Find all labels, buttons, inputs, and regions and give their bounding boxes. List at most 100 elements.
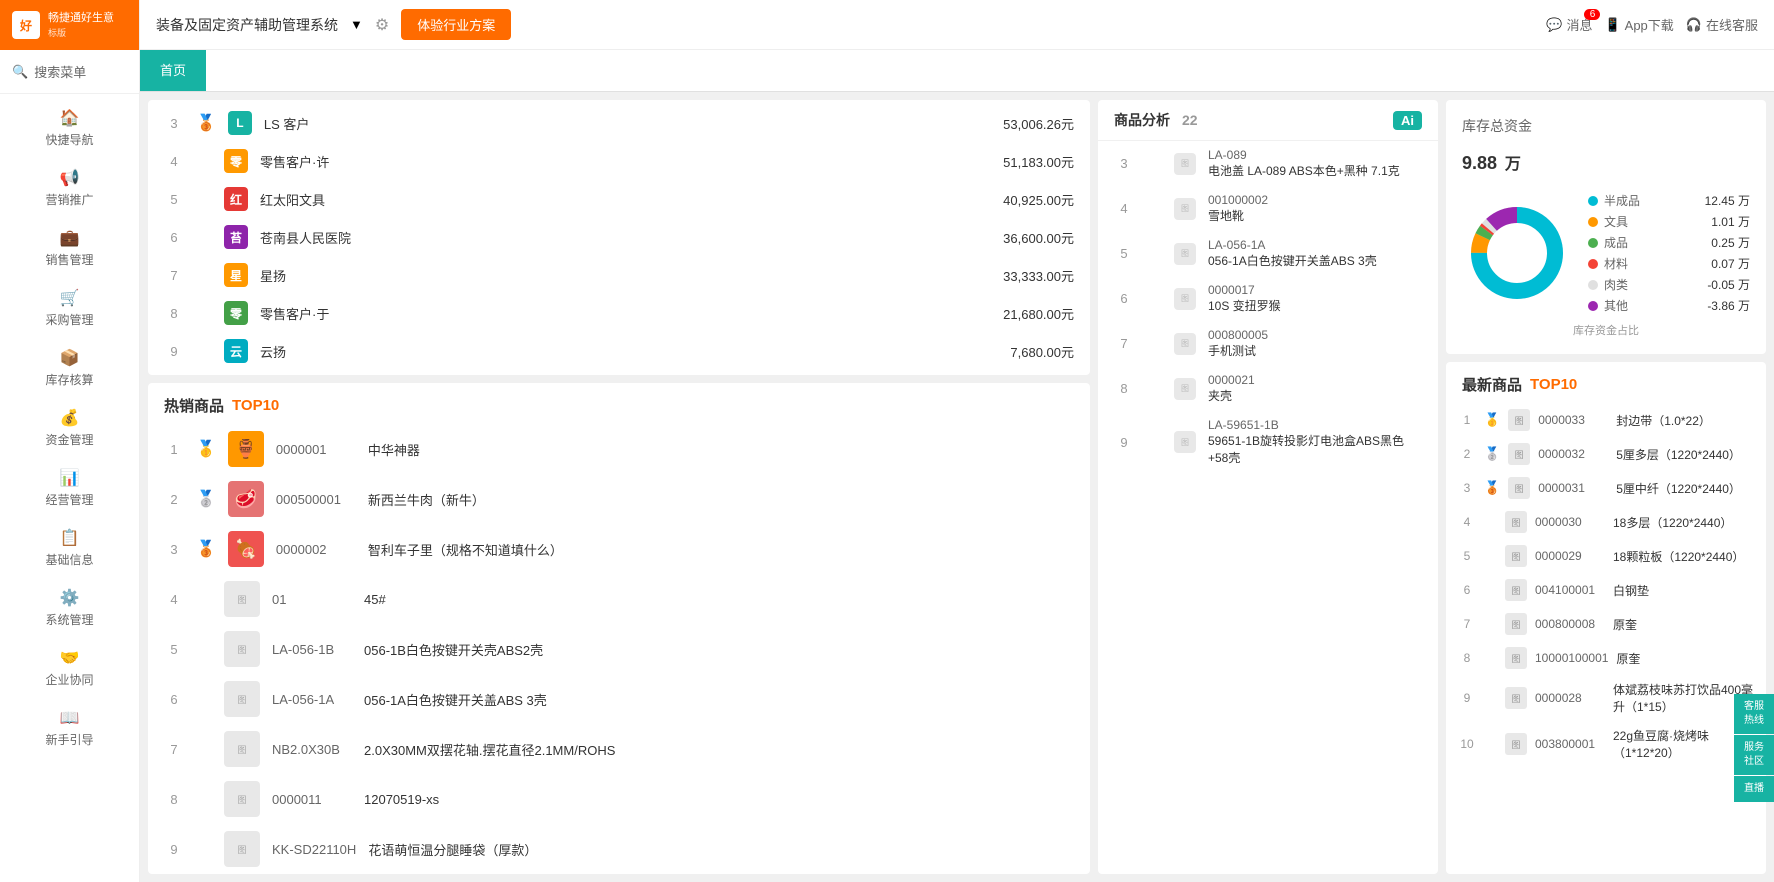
nav-icon-0: 🏠 xyxy=(60,108,80,128)
product-code: 01 xyxy=(272,592,352,607)
list-item: 2 🥈 图 0000032 5厘多层（1220*2440） xyxy=(1446,437,1766,471)
nav-label-10: 新手引导 xyxy=(45,731,93,748)
product-name: 封边带（1.0*22） xyxy=(1616,412,1754,429)
list-item: 5 图 0000029 18颗粒板（1220*2440） xyxy=(1446,539,1766,573)
app-download-button[interactable]: 📱 App下载 xyxy=(1604,15,1673,34)
nav-icon-3: 🛒 xyxy=(60,288,80,308)
hot-products-title: 热销商品 TOP10 xyxy=(148,383,1090,424)
sidebar-header: 好 畅捷通好生意 标版 xyxy=(0,0,139,50)
trial-button[interactable]: 体验行业方案 xyxy=(401,9,511,40)
product-thumbnail: 图 xyxy=(1505,733,1527,755)
inventory-legend: 半成品 12.45 万 文具 1.01 万 xyxy=(1588,192,1750,314)
sidebar-item-sales[interactable]: 💼 销售管理 xyxy=(0,218,139,278)
sidebar-item-collab[interactable]: 🤝 企业协同 xyxy=(0,638,139,698)
product-name: 电池盖 LA-089 ABS本色+黑种 7.1克 xyxy=(1208,162,1422,179)
sidebar-item-system[interactable]: ⚙️ 系统管理 xyxy=(0,578,139,638)
app-logo: 好 xyxy=(12,11,40,39)
nav-label-7: 基础信息 xyxy=(45,551,93,568)
legend-item-product: 成品 0.25 万 xyxy=(1588,234,1750,251)
product-thumbnail: 图 xyxy=(224,581,260,617)
table-row: 6 苔 苍南县人民医院 36,600.00元 xyxy=(148,218,1090,256)
ai-badge[interactable]: Ai xyxy=(1393,111,1422,130)
product-thumbnail: 图 xyxy=(1174,378,1196,400)
product-name: 雪地靴 xyxy=(1208,207,1422,224)
product-code: 0000031 xyxy=(1538,481,1608,495)
sidebar-item-basic-info[interactable]: 📋 基础信息 xyxy=(0,518,139,578)
customer-amount: 53,006.26元 xyxy=(1003,114,1074,133)
list-item: 3 🥉 🍖 0000002 智利车子里（规格不知道填什么） xyxy=(148,524,1090,574)
search-menu-button[interactable]: 🔍 搜索菜单 xyxy=(12,58,127,85)
list-item: 7 图 000800008 原奎 xyxy=(1446,607,1766,641)
tab-home[interactable]: 首页 xyxy=(140,50,206,91)
product-thumbnail: 图 xyxy=(1505,687,1527,709)
medal-icon: 🥇 xyxy=(1484,412,1500,428)
app-download-label: App下载 xyxy=(1625,15,1674,34)
app-edition: 标版 xyxy=(48,26,114,39)
table-row: 6 图 0000017 10S 变扭罗猴 xyxy=(1098,276,1438,321)
legend-item-meat: 肉类 -0.05 万 xyxy=(1588,276,1750,293)
product-name: 18颗粒板（1220*2440） xyxy=(1613,548,1754,565)
product-sales-list: 3 图 LA-089 电池盖 LA-089 ABS本色+黑种 7.1克 4 图 xyxy=(1098,141,1438,874)
product-name: 新西兰牛肉（新牛） xyxy=(368,490,1074,509)
sidebar-item-marketing[interactable]: 📢 营销推广 xyxy=(0,158,139,218)
customer-amount: 7,680.00元 xyxy=(1010,342,1074,361)
sidebar-item-operations[interactable]: 📊 经营管理 xyxy=(0,458,139,518)
table-row: 3 图 LA-089 电池盖 LA-089 ABS本色+黑种 7.1克 xyxy=(1098,141,1438,186)
legend-item-material: 材料 0.07 万 xyxy=(1588,255,1750,272)
customer-name: LS 客户 xyxy=(264,114,991,133)
donut-chart xyxy=(1462,198,1572,308)
live-button[interactable]: 直播 xyxy=(1734,776,1774,802)
avatar: 零 xyxy=(224,301,248,325)
medal-icon: 🥉 xyxy=(196,113,216,133)
sidebar: 好 畅捷通好生意 标版 🔍 搜索菜单 🏠 快捷导航 📢 营销推广 💼 销售管理 … xyxy=(0,0,140,882)
search-icon: 🔍 xyxy=(12,64,28,80)
nav-icon-1: 📢 xyxy=(60,168,80,188)
product-code: 000800008 xyxy=(1535,617,1605,631)
sidebar-item-guide[interactable]: 📖 新手引导 xyxy=(0,698,139,758)
customer-name: 红太阳文具 xyxy=(260,190,991,209)
system-dropdown[interactable]: ▼ xyxy=(350,17,363,32)
list-item: 10 图 003800001 22g鱼豆腐·烧烤味（1*12*20） xyxy=(1446,721,1766,767)
sidebar-item-finance[interactable]: 💰 资金管理 xyxy=(0,398,139,458)
sidebar-item-purchase[interactable]: 🛒 采购管理 xyxy=(0,278,139,338)
middle-section: 3 🥉 L LS 客户 53,006.26元 4 零 零售客户·许 xyxy=(140,92,1774,882)
product-thumbnail: 图 xyxy=(1505,613,1527,635)
product-name: 056-1B白色按键开关壳ABS2壳 xyxy=(364,640,1074,659)
community-button[interactable]: 服务社区 xyxy=(1734,735,1774,775)
product-thumbnail: 图 xyxy=(224,731,260,767)
search-section[interactable]: 🔍 搜索菜单 xyxy=(0,50,139,94)
product-name: 10S 变扭罗猴 xyxy=(1208,297,1422,314)
message-button[interactable]: 💬 消息 6 xyxy=(1546,15,1592,34)
app-title-block: 畅捷通好生意 标版 xyxy=(48,11,114,38)
product-thumbnail: 图 xyxy=(1174,288,1196,310)
main-wrapper: 装备及固定资产辅助管理系统 ▼ ⚙ 体验行业方案 💬 消息 6 📱 App下载 … xyxy=(140,0,1774,882)
product-code: LA-056-1A xyxy=(1208,238,1422,252)
medal-icon: 🥈 xyxy=(196,489,216,509)
product-code: LA-59651-1B xyxy=(1208,418,1422,432)
avatar: L xyxy=(228,111,252,135)
message-badge: 6 xyxy=(1584,9,1600,20)
product-name: 原奎 xyxy=(1613,616,1754,633)
customer-rank-panel: 3 🥉 L LS 客户 53,006.26元 4 零 零售客户·许 xyxy=(148,100,1090,375)
nav-icon-4: 📦 xyxy=(60,348,80,368)
nav-label-5: 资金管理 xyxy=(45,431,93,448)
product-thumbnail: 图 xyxy=(1174,333,1196,355)
customer-amount: 51,183.00元 xyxy=(1003,152,1074,171)
product-name: 18多层（1220*2440） xyxy=(1613,514,1754,531)
table-row: 4 零 零售客户·许 51,183.00元 xyxy=(148,142,1090,180)
online-service-button[interactable]: 🎧 在线客服 xyxy=(1686,15,1758,34)
product-thumbnail: 图 xyxy=(1505,647,1527,669)
customer-name: 星扬 xyxy=(260,266,991,285)
product-name: 花语萌恒温分腿睡袋（厚款） xyxy=(368,840,1074,859)
sidebar-item-quick-nav[interactable]: 🏠 快捷导航 xyxy=(0,98,139,158)
customer-service-button[interactable]: 客服热线 xyxy=(1734,694,1774,734)
product-code: 000500001 xyxy=(276,492,356,507)
system-title: 装备及固定资产辅助管理系统 xyxy=(156,15,338,35)
product-name: 体斌荔枝味苏打饮品400毫升（1*15） xyxy=(1613,681,1754,715)
settings-icon[interactable]: ⚙ xyxy=(375,15,389,35)
newest-products-title: 最新商品 TOP10 xyxy=(1446,362,1766,403)
product-code: 0000028 xyxy=(1535,691,1605,705)
nav-label-8: 系统管理 xyxy=(45,611,93,628)
sidebar-item-inventory[interactable]: 📦 库存核算 xyxy=(0,338,139,398)
dropdown-arrow-icon: ▼ xyxy=(350,17,363,32)
